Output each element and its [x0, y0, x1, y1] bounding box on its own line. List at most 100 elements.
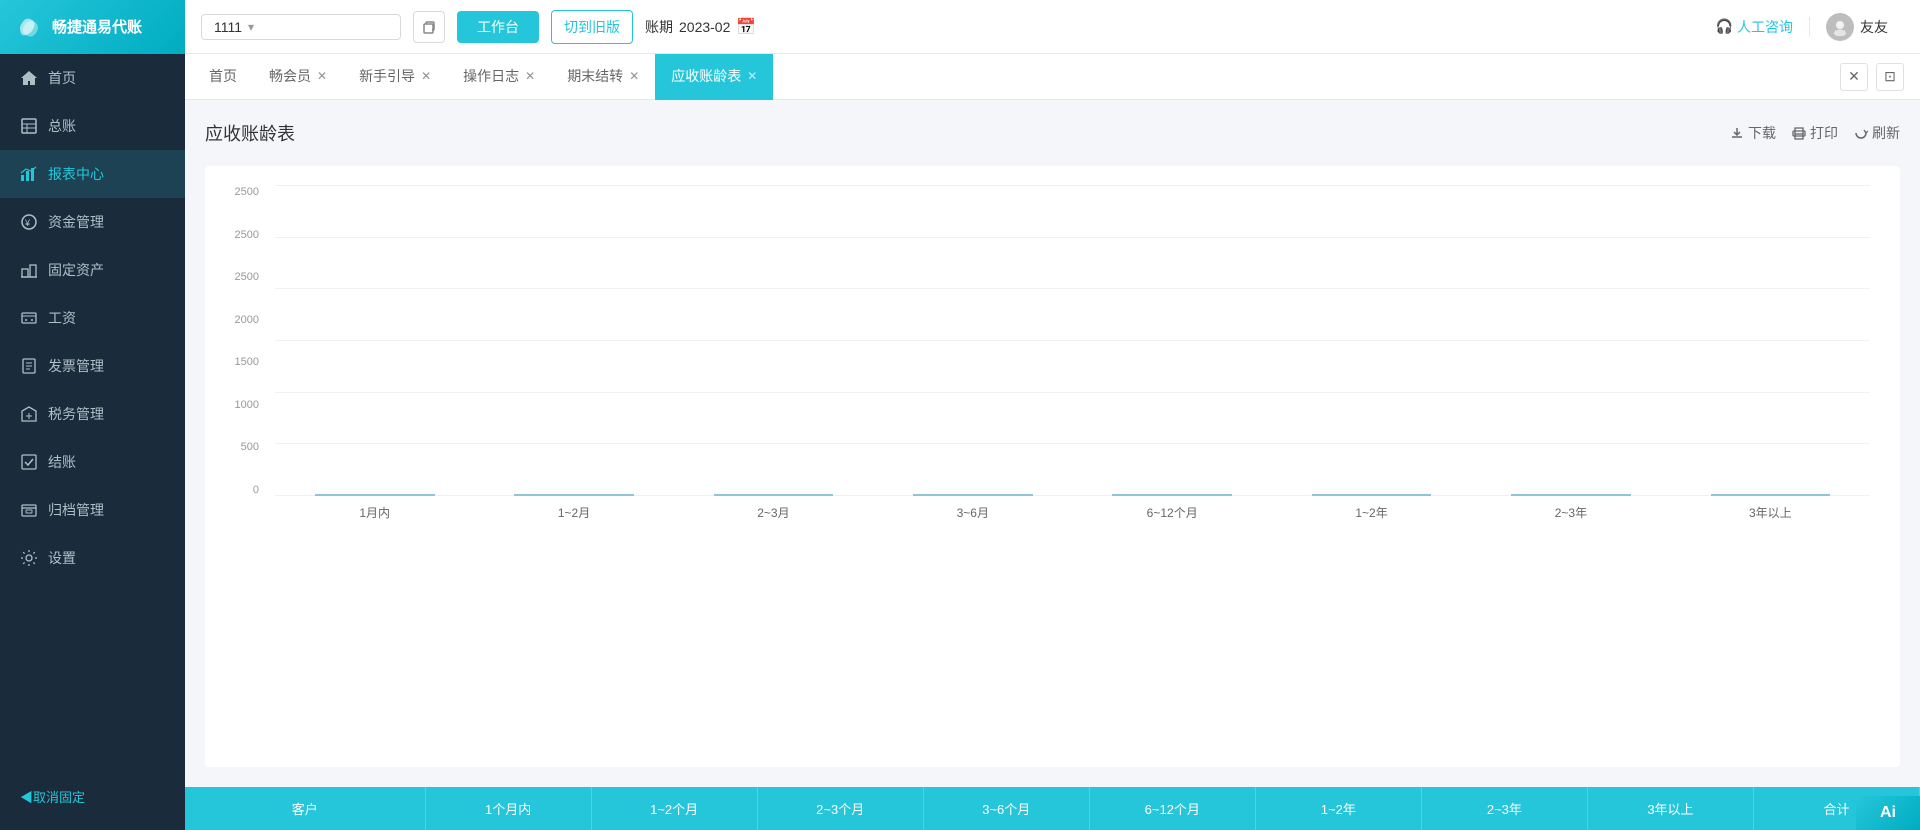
print-icon [1792, 126, 1806, 140]
sidebar-label-funds: 资金管理 [48, 212, 104, 232]
chart-plot [275, 186, 1870, 496]
tab-aging-close[interactable]: ✕ [747, 69, 757, 83]
table-header: 客户 1个月内 1~2个月 2~3个月 3~6个月 6~12个月 1~2年 2~… [185, 787, 1920, 830]
ai-assistant-badge[interactable]: Ai [1856, 796, 1920, 830]
app-name: 畅捷通易代账 [52, 16, 142, 37]
tab-home-label: 首页 [209, 66, 237, 86]
refresh-button[interactable]: 刷新 [1854, 123, 1900, 143]
th-1month: 1个月内 [426, 787, 592, 830]
page-actions: 下载 打印 [1730, 123, 1900, 143]
archive-icon [20, 501, 38, 519]
sidebar-footer: ◀取消固定 [0, 763, 185, 830]
header-main: 1111 ▾ 工作台 切到旧版 账期 2023-02 📅 [185, 10, 1716, 44]
funds-icon: ¥ [20, 213, 38, 231]
sidebar-label-reports: 报表中心 [48, 164, 104, 184]
period-area: 账期 2023-02 📅 [645, 17, 756, 37]
sidebar-item-home[interactable]: 首页 [0, 54, 185, 102]
th-3year-plus: 3年以上 [1588, 787, 1754, 830]
chart-wrapper: 0 500 1000 1500 2000 2500 2500 2500 [225, 186, 1880, 536]
tab-guide[interactable]: 新手引导 ✕ [343, 54, 447, 100]
tab-oplog[interactable]: 操作日志 ✕ [447, 54, 551, 100]
y-label-1000: 1000 [225, 399, 265, 411]
tab-home[interactable]: 首页 [193, 54, 253, 100]
x-labels: 1月内 1~2月 2~3月 3~6月 6~12个月 1~2年 2~3年 3年以上 [275, 496, 1870, 536]
th-customer: 客户 [185, 787, 426, 830]
sidebar-item-archive[interactable]: 归档管理 [0, 486, 185, 534]
y-label-1500: 1500 [225, 356, 265, 368]
checkout-icon [20, 453, 38, 471]
chart-container: 0 500 1000 1500 2000 2500 2500 2500 [205, 166, 1900, 767]
sidebar-item-reports[interactable]: 报表中心 [0, 150, 185, 198]
tab-member-label: 畅会员 [269, 66, 311, 86]
th-2-3month: 2~3个月 [758, 787, 924, 830]
x-label-2: 1~2月 [474, 496, 673, 536]
sidebar-label-home: 首页 [48, 68, 76, 88]
logo-area: 畅捷通易代账 [0, 0, 185, 54]
consult-label: 人工咨询 [1737, 17, 1793, 37]
company-name: 1111 [214, 19, 242, 35]
tab-oplog-close[interactable]: ✕ [525, 69, 535, 83]
header-right: 🎧 人工咨询 友友 [1716, 13, 1904, 41]
logo-icon [16, 13, 44, 41]
sidebar-label-tax: 税务管理 [48, 404, 104, 424]
page-content: 应收账龄表 下载 [185, 100, 1920, 787]
sidebar-item-checkout[interactable]: 结账 [0, 438, 185, 486]
y-label-0: 0 [225, 484, 265, 496]
tab-oplog-label: 操作日志 [463, 66, 519, 86]
x-label-3: 2~3月 [674, 496, 873, 536]
collapse-sidebar-button[interactable]: ◀取消固定 [0, 775, 185, 818]
x-label-4: 3~6月 [873, 496, 1072, 536]
download-button[interactable]: 下载 [1730, 123, 1776, 143]
sidebar-item-funds[interactable]: ¥ 资金管理 [0, 198, 185, 246]
workbench-button[interactable]: 工作台 [457, 11, 539, 43]
company-selector[interactable]: 1111 ▾ [201, 14, 401, 40]
tab-guide-close[interactable]: ✕ [421, 69, 431, 83]
th-2-3year: 2~3年 [1422, 787, 1588, 830]
sidebar-item-salary[interactable]: 工资 [0, 294, 185, 342]
consult-button[interactable]: 🎧 人工咨询 [1716, 17, 1793, 37]
salary-icon [20, 309, 38, 327]
headset-icon: 🎧 [1716, 18, 1733, 35]
home-icon [20, 69, 38, 87]
tab-member-close[interactable]: ✕ [317, 69, 327, 83]
header: 畅捷通易代账 1111 ▾ 工作台 切到旧版 账期 2023-02 📅 🎧 人工… [0, 0, 1920, 54]
invoice-icon [20, 357, 38, 375]
tab-guide-label: 新手引导 [359, 66, 415, 86]
sidebar-label-settings: 设置 [48, 548, 76, 568]
download-icon [1730, 126, 1744, 140]
collapse-label: ◀取消固定 [20, 787, 85, 806]
sidebar-label-salary: 工资 [48, 308, 76, 328]
divider [1809, 17, 1810, 37]
tab-member[interactable]: 畅会员 ✕ [253, 54, 343, 100]
sidebar-item-settings[interactable]: 设置 [0, 534, 185, 582]
print-button[interactable]: 打印 [1792, 123, 1838, 143]
page-header: 应收账龄表 下载 [205, 120, 1900, 146]
x-label-5: 6~12个月 [1073, 496, 1272, 536]
tab-aging[interactable]: 应收账龄表 ✕ [655, 54, 773, 100]
sidebar-item-assets[interactable]: 固定资产 [0, 246, 185, 294]
avatar [1826, 13, 1854, 41]
ledger-icon [20, 117, 38, 135]
tab-period-end[interactable]: 期末结转 ✕ [551, 54, 655, 100]
maximize-tab-button[interactable]: ⊡ [1876, 63, 1904, 91]
period-value: 2023-02 [679, 19, 730, 35]
sidebar-item-tax[interactable]: 税务管理 [0, 390, 185, 438]
tab-period-end-close[interactable]: ✕ [629, 69, 639, 83]
settings-icon [20, 549, 38, 567]
y-label-2500b: 2500 [225, 229, 265, 241]
sidebar-item-ledger[interactable]: 总账 [0, 102, 185, 150]
copy-button[interactable] [413, 11, 445, 43]
calendar-icon[interactable]: 📅 [736, 17, 756, 37]
sidebar: 首页 总账 报表中心 ¥ 资金管理 [0, 54, 185, 830]
th-6-12month: 6~12个月 [1090, 787, 1256, 830]
switch-version-button[interactable]: 切到旧版 [551, 10, 633, 44]
x-label-8: 3年以上 [1671, 496, 1870, 536]
tax-icon [20, 405, 38, 423]
th-3-6month: 3~6个月 [924, 787, 1090, 830]
chevron-down-icon: ▾ [248, 20, 254, 34]
sidebar-item-invoice[interactable]: 发票管理 [0, 342, 185, 390]
user-area[interactable]: 友友 [1826, 13, 1888, 41]
close-tab-button[interactable]: ✕ [1840, 63, 1868, 91]
tabs-actions: ✕ ⊡ [1840, 63, 1912, 91]
x-label-1: 1月内 [275, 496, 474, 536]
